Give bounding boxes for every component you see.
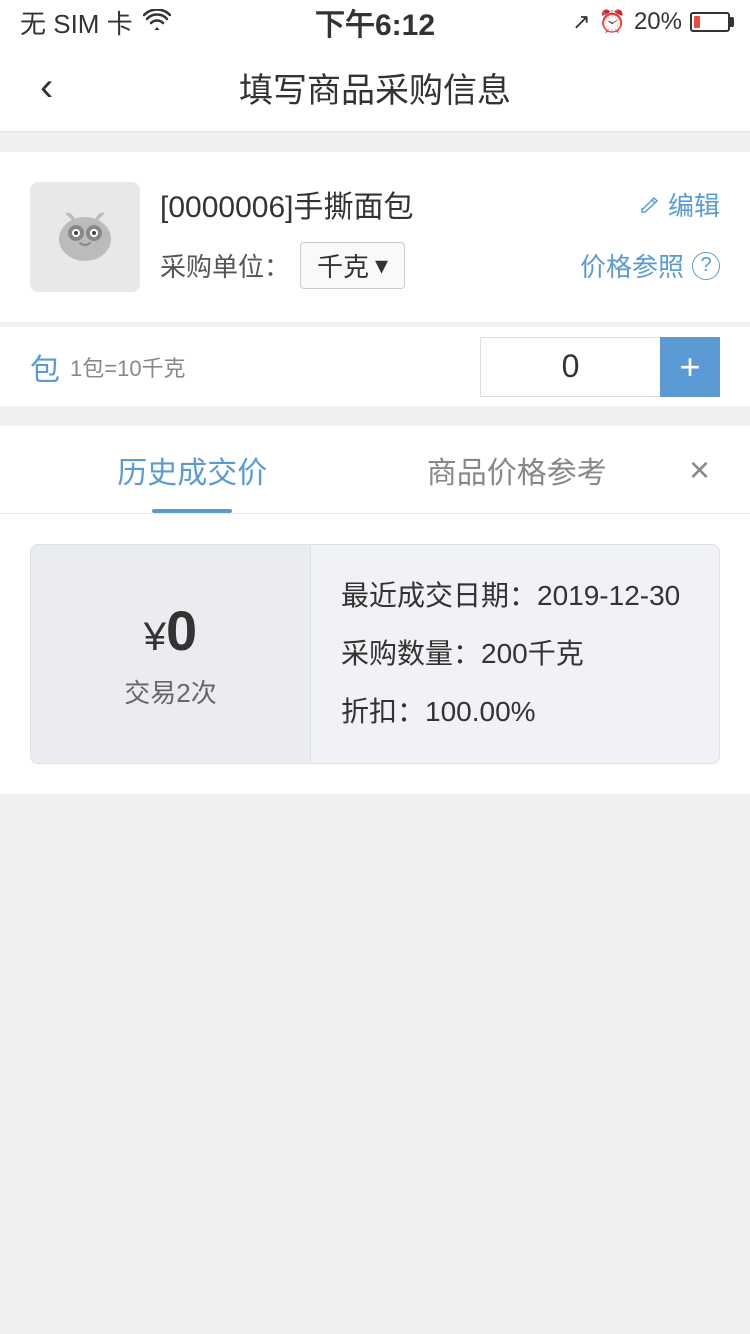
wifi-icon [143, 7, 171, 38]
purchase-qty-row: 采购数量：200千克 [341, 633, 689, 675]
tab-price-reference[interactable]: 商品价格参考 [354, 426, 678, 513]
edit-button[interactable]: 编辑 [640, 186, 720, 223]
tab-panel: 历史成交价 商品价格参考 × ¥0 交易2次 最近成交日期：2019-12-30… [0, 426, 750, 794]
discount-row: 折扣：100.00% [341, 691, 689, 733]
pkg-label: 包 [30, 345, 60, 389]
history-price-right: 最近成交日期：2019-12-30 采购数量：200千克 折扣：100.00% [311, 545, 719, 763]
tab-header: 历史成交价 商品价格参考 × [0, 426, 750, 514]
pkg-unit-note: 1包=10千克 [70, 351, 186, 383]
dropdown-arrow-icon: ▾ [375, 250, 388, 281]
quantity-label: 包 1包=10千克 [30, 345, 186, 389]
back-button[interactable]: ‹ [30, 55, 63, 120]
product-full-name: [0000006]手撕面包 [160, 182, 413, 226]
recent-date-row: 最近成交日期：2019-12-30 [341, 575, 689, 617]
price-ref-button[interactable]: 价格参照 ? [580, 247, 720, 284]
product-header: [0000006]手撕面包 编辑 采购单位： 千克 ▾ [30, 182, 720, 292]
status-carrier: 无 SIM 卡 [20, 4, 171, 41]
help-icon: ? [692, 252, 720, 280]
battery-percent: 20% [634, 8, 682, 36]
status-right: ↗ ⏰ 20% [572, 8, 730, 36]
product-name-row: [0000006]手撕面包 编辑 [160, 182, 720, 226]
transaction-count: 交易2次 [124, 673, 216, 710]
product-thumbnail [30, 182, 140, 292]
nav-bar: ‹ 填写商品采购信息 [0, 44, 750, 132]
page-title: 填写商品采购信息 [239, 63, 511, 112]
quantity-input[interactable] [480, 337, 660, 397]
quantity-plus-button[interactable]: + [660, 337, 720, 397]
history-card: ¥0 交易2次 最近成交日期：2019-12-30 采购数量：200千克 折扣：… [30, 544, 720, 764]
location-icon: ↗ [572, 9, 590, 35]
unit-label: 采购单位： 千克 ▾ [160, 242, 405, 289]
product-info: [0000006]手撕面包 编辑 采购单位： 千克 ▾ [160, 182, 720, 289]
status-bar: 无 SIM 卡 下午6:12 ↗ ⏰ 20% [0, 0, 750, 44]
unit-dropdown[interactable]: 千克 ▾ [300, 242, 405, 289]
quantity-controls: + [480, 337, 720, 397]
status-time: 下午6:12 [315, 0, 435, 44]
quantity-section: 包 1包=10千克 + [0, 326, 750, 406]
product-unit-row: 采购单位： 千克 ▾ 价格参照 ? [160, 242, 720, 289]
battery-icon [690, 12, 730, 32]
carrier-text: 无 SIM 卡 [20, 4, 133, 41]
product-section: [0000006]手撕面包 编辑 采购单位： 千克 ▾ [0, 152, 750, 322]
tab-history-price[interactable]: 历史成交价 [30, 426, 354, 513]
price-symbol: ¥ [144, 615, 166, 659]
tab-close-button[interactable]: × [679, 439, 720, 501]
bottom-space [0, 794, 750, 1194]
history-price-left: ¥0 交易2次 [31, 545, 311, 763]
tab-content: ¥0 交易2次 最近成交日期：2019-12-30 采购数量：200千克 折扣：… [0, 514, 750, 794]
history-price-value: ¥0 [144, 598, 197, 663]
alarm-icon: ⏰ [599, 9, 626, 35]
